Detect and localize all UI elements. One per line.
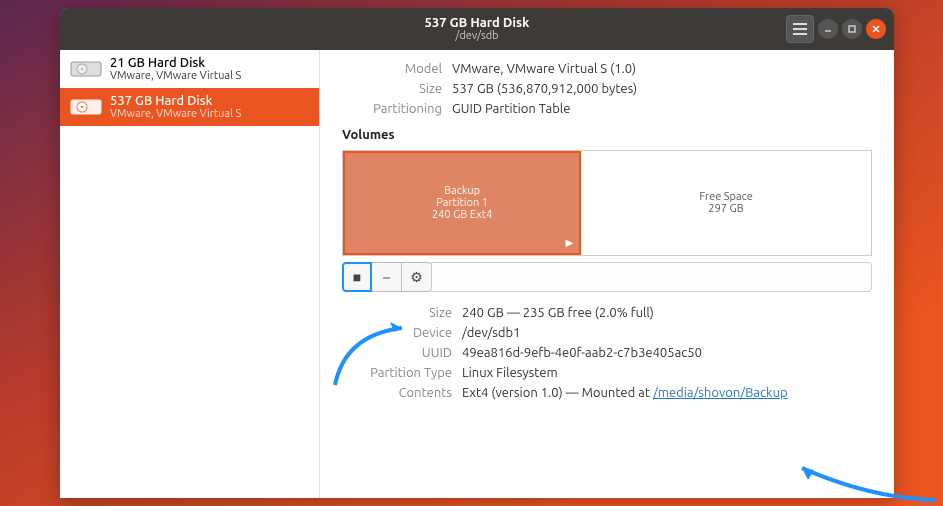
window-subtitle: /dev/sdb	[60, 30, 894, 42]
partition-free-space[interactable]: Free Space 297 GB	[581, 151, 871, 255]
partition-type-label: Partition Type	[342, 366, 462, 380]
model-label: Model	[342, 62, 452, 76]
unmount-button[interactable]: ■	[342, 262, 372, 292]
disk-item-537gb[interactable]: 537 GB Hard Disk VMware, VMware Virtual …	[60, 88, 319, 126]
partition-options-button[interactable]: ⚙	[402, 262, 432, 292]
disk-item-name: 21 GB Hard Disk	[110, 56, 241, 70]
free-space-size: 297 GB	[708, 203, 743, 215]
volumes-heading: Volumes	[342, 128, 872, 142]
partition-size: 240 GB Ext4	[432, 209, 492, 221]
disks-window: 537 GB Hard Disk /dev/sdb 21 GB Hard Dis…	[60, 8, 894, 498]
delete-partition-button[interactable]: –	[372, 262, 402, 292]
window-title: 537 GB Hard Disk	[60, 16, 894, 30]
partitioning-label: Partitioning	[342, 102, 452, 116]
disk-item-21gb[interactable]: 21 GB Hard Disk VMware, VMware Virtual S	[60, 50, 319, 88]
partitioning-value: GUID Partition Table	[452, 102, 872, 116]
partition-type-value: Linux Filesystem	[462, 366, 872, 380]
disk-item-sub: VMware, VMware Virtual S	[110, 108, 241, 120]
hamburger-menu-button[interactable]	[786, 15, 814, 43]
close-button[interactable]	[866, 19, 886, 39]
uuid-value: 49ea816d-9efb-4e0f-aab2-c7b3e405ac50	[462, 346, 872, 360]
titlebar: 537 GB Hard Disk /dev/sdb	[60, 8, 894, 50]
mount-point-link[interactable]: /media/shovon/Backup	[653, 386, 788, 400]
hard-disk-icon	[70, 59, 102, 79]
uuid-label: UUID	[342, 346, 462, 360]
partition-backup[interactable]: Backup Partition 1 240 GB Ext4 ▶	[343, 151, 581, 255]
toolbar-spacer	[431, 262, 872, 292]
title-block: 537 GB Hard Disk /dev/sdb	[60, 16, 894, 42]
vol-size-value: 240 GB — 235 GB free (2.0% full)	[462, 306, 872, 320]
free-space-name: Free Space	[699, 191, 752, 203]
minimize-button[interactable]	[818, 19, 838, 39]
maximize-button[interactable]	[842, 19, 862, 39]
volume-diagram: Backup Partition 1 240 GB Ext4 ▶ Free Sp…	[342, 150, 872, 256]
disk-item-name: 537 GB Hard Disk	[110, 94, 241, 108]
device-label: Device	[342, 326, 462, 340]
device-value: /dev/sdb1	[462, 326, 872, 340]
disk-size-label: Size	[342, 82, 452, 96]
main-panel: ModelVMware, VMware Virtual S (1.0) Size…	[320, 50, 894, 498]
disk-item-sub: VMware, VMware Virtual S	[110, 70, 241, 82]
contents-label: Contents	[342, 386, 462, 400]
contents-value: Ext4 (version 1.0) — Mounted at /media/s…	[462, 386, 872, 400]
play-icon: ▶	[565, 237, 573, 249]
hard-disk-icon	[70, 97, 102, 117]
disk-list-sidebar: 21 GB Hard Disk VMware, VMware Virtual S…	[60, 50, 320, 498]
contents-text: Ext4 (version 1.0) — Mounted at	[462, 386, 653, 400]
model-value: VMware, VMware Virtual S (1.0)	[452, 62, 872, 76]
partition-name: Backup	[444, 185, 480, 197]
partition-sub: Partition 1	[436, 197, 488, 209]
disk-size-value: 537 GB (536,870,912,000 bytes)	[452, 82, 872, 96]
volume-toolbar: ■ – ⚙	[342, 262, 872, 292]
vol-size-label: Size	[342, 306, 462, 320]
